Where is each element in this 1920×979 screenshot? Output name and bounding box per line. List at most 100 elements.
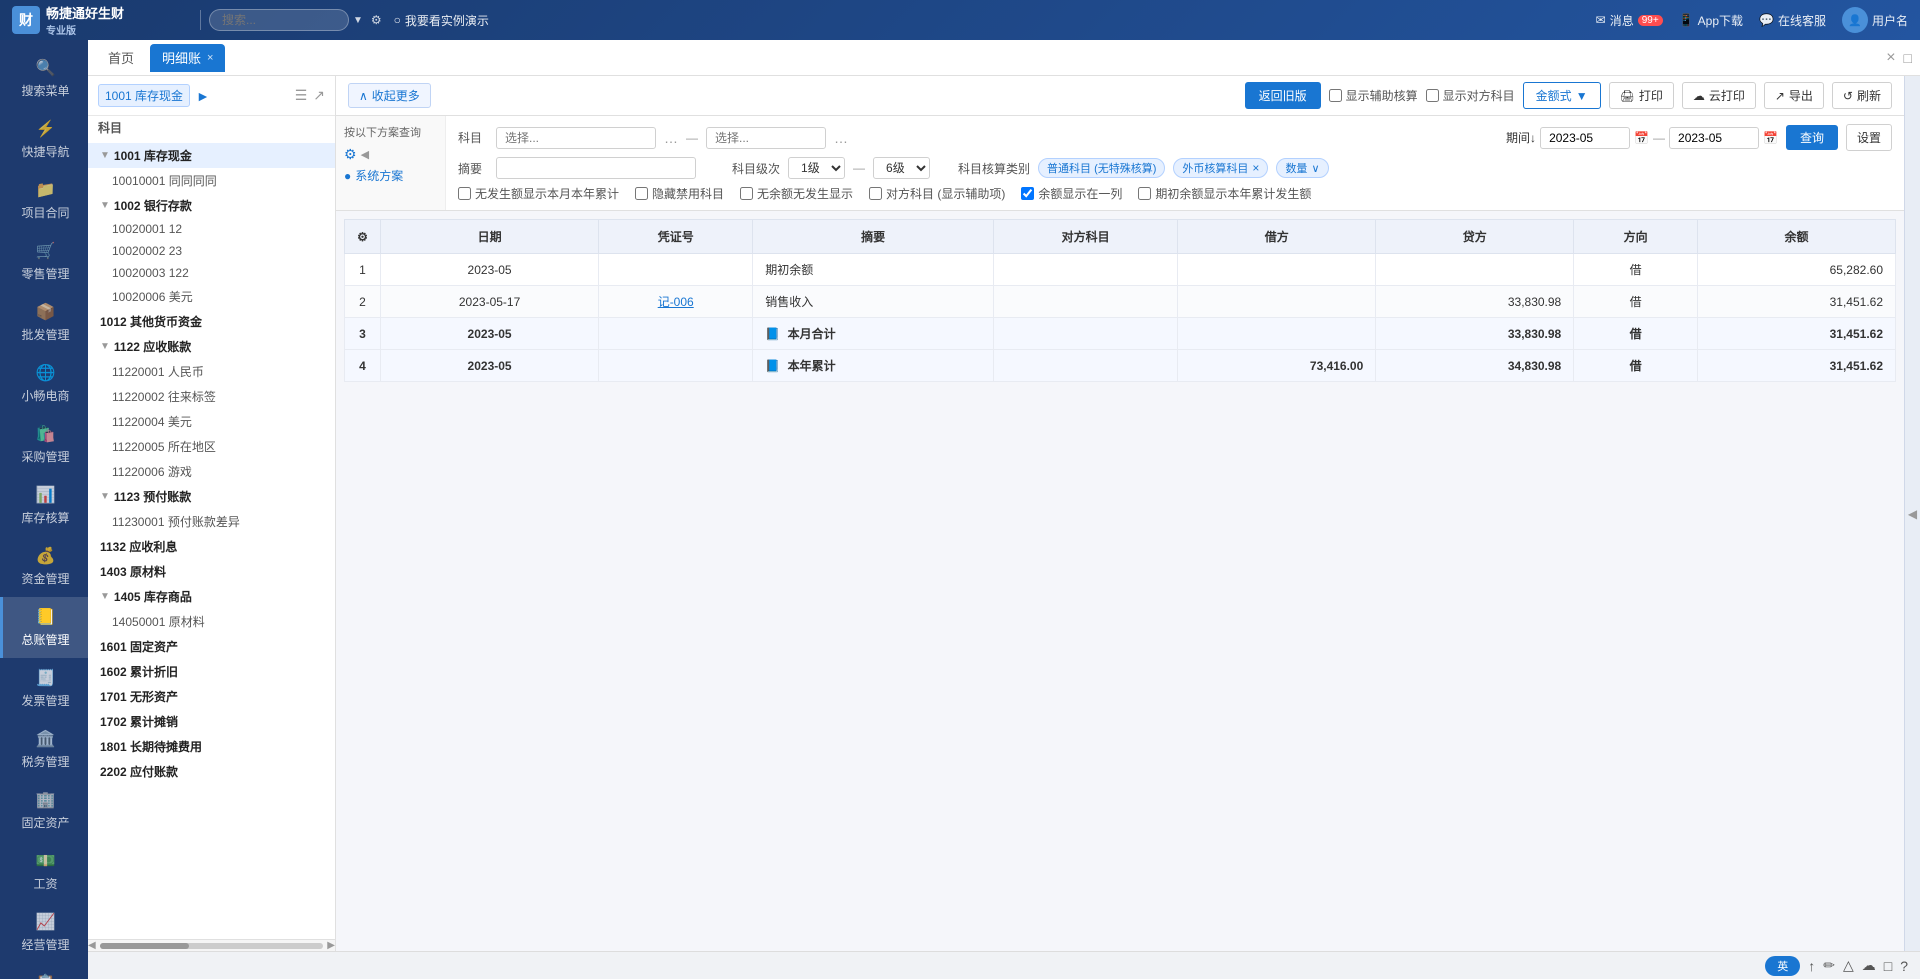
tab-home[interactable]: 首页 bbox=[96, 44, 146, 72]
scheme-item[interactable]: ● 系统方案 bbox=[344, 167, 437, 184]
col-settings[interactable]: ⚙ bbox=[345, 220, 381, 254]
status-edit-icon[interactable]: ✏ bbox=[1823, 957, 1835, 974]
more-btn[interactable]: ∧ 收起更多 bbox=[348, 83, 431, 108]
level-from-select[interactable]: 1级2级3级 bbox=[788, 157, 845, 179]
show-contra-input[interactable] bbox=[1426, 89, 1439, 102]
status-help-icon[interactable]: ? bbox=[1900, 958, 1908, 974]
sidebar-item-ledger[interactable]: 📒 总账管理 bbox=[0, 597, 88, 658]
tree-item-11220001[interactable]: 11220001 人民币 bbox=[88, 359, 335, 384]
filter-tag-foreign-close[interactable]: × bbox=[1252, 161, 1259, 175]
chevron-left-icon[interactable]: ◀ bbox=[361, 148, 369, 161]
tree-item-1602[interactable]: 1602 累计折旧 bbox=[88, 659, 335, 684]
account-tag[interactable]: 1001 库存现金 bbox=[98, 84, 190, 107]
print-btn[interactable]: 🖨 打印 bbox=[1609, 82, 1674, 109]
status-cloud-icon[interactable]: ☁ bbox=[1862, 957, 1876, 974]
sidebar-item-wholesale[interactable]: 📦 批发管理 bbox=[0, 292, 88, 353]
cb-no-occurrence[interactable]: 无余额无发生显示 bbox=[740, 185, 853, 202]
summary-input[interactable] bbox=[496, 157, 696, 179]
right-collapse-strip[interactable]: ◀ bbox=[1904, 76, 1920, 951]
online-service-btn[interactable]: 💬 在线客服 bbox=[1759, 12, 1826, 29]
tree-item-10020003[interactable]: 10020003 122 bbox=[88, 262, 335, 284]
period-end-input[interactable] bbox=[1669, 127, 1759, 149]
cb-no-balance-input[interactable] bbox=[458, 187, 471, 200]
cb-hide-disabled[interactable]: 隐藏禁用科目 bbox=[635, 185, 724, 202]
sidebar-item-ecommerce[interactable]: 🌐 小畅电商 bbox=[0, 353, 88, 414]
scroll-right-icon[interactable]: ▶ bbox=[327, 940, 335, 951]
show-aux-input[interactable] bbox=[1329, 89, 1342, 102]
scroll-left-icon[interactable]: ◀ bbox=[88, 940, 96, 951]
status-triangle-icon[interactable]: △ bbox=[1843, 957, 1854, 974]
setting-btn[interactable]: 设置 bbox=[1846, 124, 1892, 151]
quantity-chevron[interactable]: ∨ bbox=[1311, 162, 1319, 175]
tree-item-1123[interactable]: ▼ 1123 预付账款 bbox=[88, 484, 335, 509]
search-dropdown-icon[interactable]: ▼ bbox=[353, 15, 363, 26]
sidebar-item-retail[interactable]: 🛒 零售管理 bbox=[0, 231, 88, 292]
period-start-input[interactable] bbox=[1540, 127, 1630, 149]
cb-balance-col-input[interactable] bbox=[1021, 187, 1034, 200]
tree-item-2202[interactable]: 2202 应付账款 bbox=[88, 759, 335, 784]
message-btn[interactable]: ✉ 消息 99+ bbox=[1596, 12, 1663, 29]
cb-contra-input[interactable] bbox=[869, 187, 882, 200]
cb-hide-disabled-input[interactable] bbox=[635, 187, 648, 200]
refresh-btn[interactable]: ↺ 刷新 bbox=[1832, 82, 1892, 109]
sidebar-item-tax[interactable]: 🏛️ 税务管理 bbox=[0, 719, 88, 780]
cb-ytd[interactable]: 期初余额显示本年累计发生额 bbox=[1138, 185, 1311, 202]
tree-item-1701[interactable]: 1701 无形资产 bbox=[88, 684, 335, 709]
sidebar-item-finance[interactable]: 💰 资金管理 bbox=[0, 536, 88, 597]
tree-item-10010001[interactable]: 10010001 同同同同 bbox=[88, 168, 335, 193]
user-area[interactable]: 👤 用户名 bbox=[1842, 7, 1908, 33]
cb-no-balance[interactable]: 无发生额显示本月本年累计 bbox=[458, 185, 619, 202]
tree-item-14050001[interactable]: 14050001 原材料 bbox=[88, 609, 335, 634]
cloud-print-btn[interactable]: ☁ 云打印 bbox=[1682, 82, 1756, 109]
level-to-select[interactable]: 6级5级4级 bbox=[873, 157, 930, 179]
tree-item-11220005[interactable]: 11220005 所在地区 bbox=[88, 434, 335, 459]
top-search-input[interactable] bbox=[209, 9, 349, 31]
subject-filter-dots2[interactable]: … bbox=[834, 130, 848, 146]
tree-item-1405[interactable]: ▼ 1405 库存商品 bbox=[88, 584, 335, 609]
cal-icon1[interactable]: 📅 bbox=[1634, 131, 1649, 145]
sidebar-item-mgmt[interactable]: 📈 经营管理 bbox=[0, 902, 88, 963]
sidebar-item-invoice[interactable]: 🧾 发票管理 bbox=[0, 658, 88, 719]
return-old-btn[interactable]: 返回旧版 bbox=[1245, 82, 1321, 109]
sidebar-item-project[interactable]: 📁 项目合同 bbox=[0, 170, 88, 231]
cb-ytd-input[interactable] bbox=[1138, 187, 1151, 200]
tree-item-1122[interactable]: ▼ 1122 应收账款 bbox=[88, 334, 335, 359]
tree-item-10020006[interactable]: 10020006 美元 bbox=[88, 284, 335, 309]
tree-item-1403[interactable]: 1403 原材料 bbox=[88, 559, 335, 584]
subject-filter-dots[interactable]: … bbox=[664, 130, 678, 146]
tree-item-10020002[interactable]: 10020002 23 bbox=[88, 240, 335, 262]
status-upload-icon[interactable]: ↑ bbox=[1808, 958, 1815, 974]
account-tag-arrow[interactable]: ► bbox=[196, 88, 210, 104]
subject-input2[interactable] bbox=[706, 127, 826, 149]
display-mode-btn[interactable]: 金额式 ▼ bbox=[1523, 82, 1601, 109]
sidebar-item-report[interactable]: 📋 小畅报销 bbox=[0, 963, 88, 979]
tree-item-1702[interactable]: 1702 累计摊销 bbox=[88, 709, 335, 734]
list-icon[interactable]: ☰ bbox=[295, 87, 308, 104]
tree-item-1601[interactable]: 1601 固定资产 bbox=[88, 634, 335, 659]
sidebar-item-search[interactable]: 🔍 搜索菜单 bbox=[0, 48, 88, 109]
close-window-btn[interactable]: × bbox=[1886, 49, 1895, 67]
filter-tag-quantity[interactable]: 数量 ∨ bbox=[1276, 158, 1328, 178]
tree-item-1012[interactable]: 1012 其他货币资金 bbox=[88, 309, 335, 334]
tree-item-10020001[interactable]: 10020001 12 bbox=[88, 218, 335, 240]
app-download-btn[interactable]: 📱 App下载 bbox=[1679, 12, 1743, 29]
show-contra-checkbox[interactable]: 显示对方科目 bbox=[1426, 87, 1515, 104]
tree-item-1001[interactable]: ▼ 1001 库存现金 bbox=[88, 143, 335, 168]
status-box-icon[interactable]: □ bbox=[1884, 958, 1892, 974]
sidebar-item-salary[interactable]: 💵 工资 bbox=[0, 841, 88, 902]
search-btn[interactable]: 查询 bbox=[1786, 125, 1838, 150]
cb-no-occurrence-input[interactable] bbox=[740, 187, 753, 200]
scheme-settings-icon[interactable]: ⚙ bbox=[344, 146, 357, 163]
cb-balance-col[interactable]: 余额显示在一列 bbox=[1021, 185, 1122, 202]
subject-input[interactable] bbox=[496, 127, 656, 149]
restore-window-btn[interactable]: □ bbox=[1904, 50, 1912, 66]
cb-contra[interactable]: 对方科目 (显示辅助项) bbox=[869, 185, 1005, 202]
filter-tag-normal[interactable]: 普通科目 (无特殊核算) bbox=[1038, 158, 1165, 178]
tree-item-11220002[interactable]: 11220002 往来标签 bbox=[88, 384, 335, 409]
settings-icon[interactable]: ⚙ bbox=[371, 13, 382, 27]
tree-item-1132[interactable]: 1132 应收利息 bbox=[88, 534, 335, 559]
tab-close-icon[interactable]: × bbox=[207, 52, 213, 64]
tab-ledger[interactable]: 明细账 × bbox=[150, 44, 225, 72]
sidebar-item-inventory[interactable]: 📊 库存核算 bbox=[0, 475, 88, 536]
show-aux-checkbox[interactable]: 显示辅助核算 bbox=[1329, 87, 1418, 104]
